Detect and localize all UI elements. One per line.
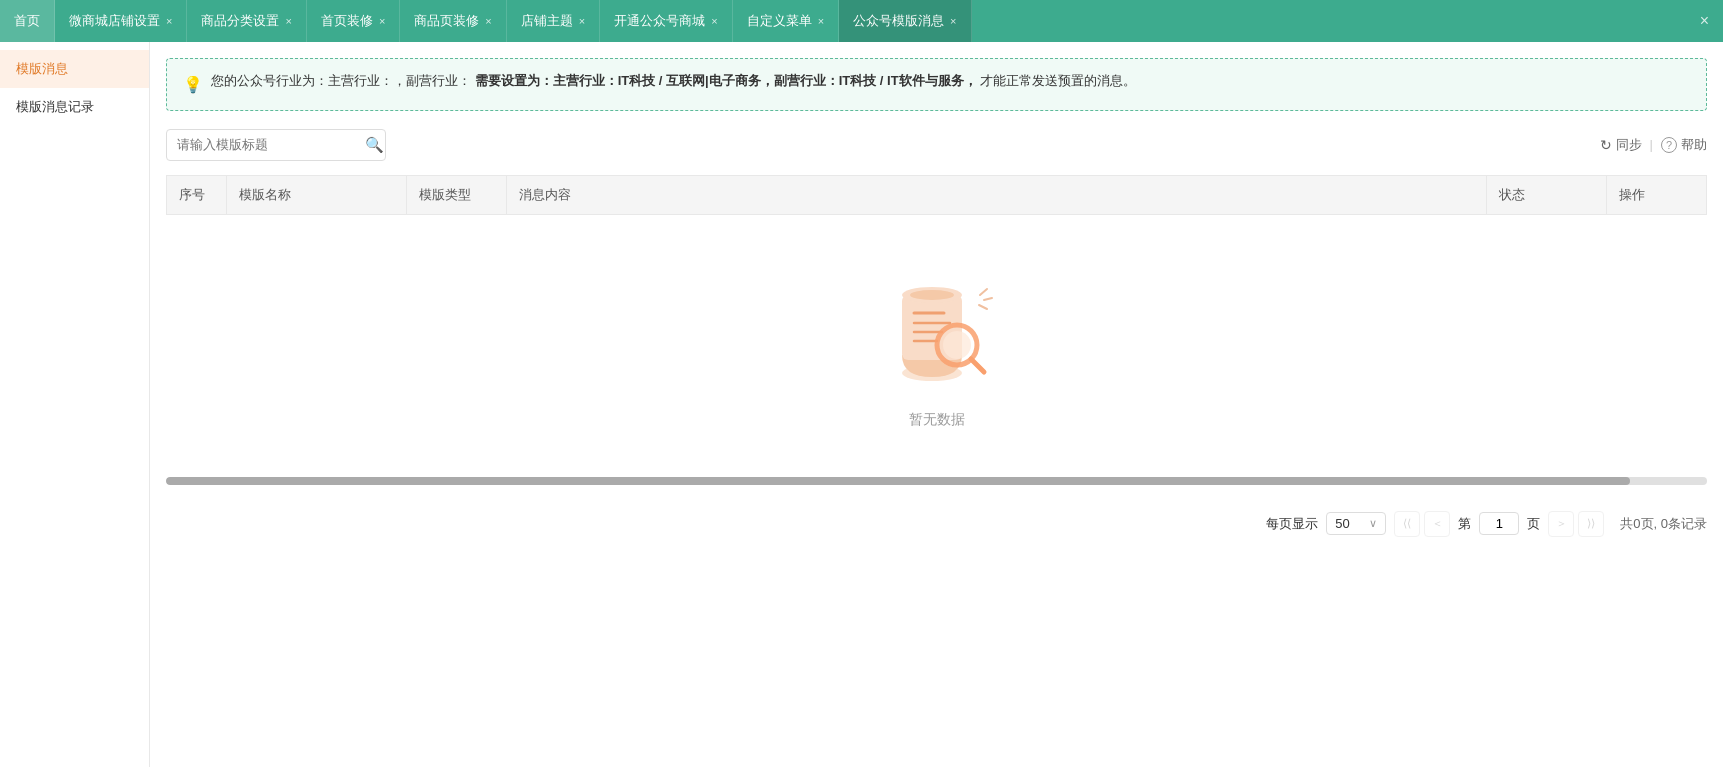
svg-line-10 bbox=[971, 359, 984, 372]
help-button[interactable]: ? 帮助 bbox=[1661, 136, 1707, 154]
sidebar-item-template-msg-label: 模版消息 bbox=[16, 61, 68, 76]
svg-point-9 bbox=[943, 331, 971, 359]
nav-tab-theme-label: 店铺主题 bbox=[521, 12, 573, 30]
toolbar-divider: | bbox=[1650, 137, 1653, 152]
nav-tab-mall[interactable]: 开通公众号商城 × bbox=[600, 0, 732, 42]
nav-tab-theme[interactable]: 店铺主题 × bbox=[507, 0, 600, 42]
nav-tab-product-close[interactable]: × bbox=[485, 15, 491, 27]
top-nav: 首页 微商城店铺设置 × 商品分类设置 × 首页装修 × 商品页装修 × 店铺主… bbox=[0, 0, 1723, 42]
nav-tab-theme-close[interactable]: × bbox=[579, 15, 585, 27]
nav-tab-template[interactable]: 公众号模版消息 × bbox=[839, 0, 971, 42]
page-size-chevron: ∨ bbox=[1369, 517, 1377, 530]
col-header-status: 状态 bbox=[1487, 175, 1607, 214]
svg-line-11 bbox=[980, 289, 987, 295]
nav-tab-homepage-close[interactable]: × bbox=[379, 15, 385, 27]
nav-tab-wshop[interactable]: 微商城店铺设置 × bbox=[55, 0, 187, 42]
nav-tab-menu-label: 自定义菜单 bbox=[747, 12, 812, 30]
nav-tab-homepage-label: 首页装修 bbox=[321, 12, 373, 30]
notice-box: 💡 您的公众号行业为：主营行业：，副营行业： 需要设置为：主营行业：IT科技 /… bbox=[166, 58, 1707, 111]
content-area: 💡 您的公众号行业为：主营行业：，副营行业： 需要设置为：主营行业：IT科技 /… bbox=[150, 42, 1723, 767]
nav-tab-homepage[interactable]: 首页装修 × bbox=[307, 0, 400, 42]
toolbar-right: ↻ 同步 | ? 帮助 bbox=[1600, 136, 1707, 154]
notice-icon: 💡 bbox=[183, 72, 203, 98]
notice-text: 您的公众号行业为：主营行业：，副营行业： 需要设置为：主营行业：IT科技 / 互… bbox=[211, 71, 1136, 92]
search-input-wrap: 🔍 bbox=[166, 129, 386, 161]
col-header-action: 操作 bbox=[1607, 175, 1707, 214]
sync-label: 同步 bbox=[1616, 136, 1642, 154]
nav-tab-home[interactable]: 首页 bbox=[0, 0, 55, 42]
sidebar-item-template-record-label: 模版消息记录 bbox=[16, 99, 94, 114]
sync-button[interactable]: ↻ 同步 bbox=[1600, 136, 1642, 154]
nav-tab-mall-label: 开通公众号商城 bbox=[614, 12, 705, 30]
empty-illustration bbox=[872, 265, 1002, 395]
nav-tab-wshop-close[interactable]: × bbox=[166, 15, 172, 27]
help-label: 帮助 bbox=[1681, 136, 1707, 154]
page-label-before: 第 bbox=[1458, 515, 1471, 533]
page-first-button[interactable]: ⟨⟨ bbox=[1394, 511, 1420, 537]
nav-tab-category[interactable]: 商品分类设置 × bbox=[187, 0, 306, 42]
nav-tab-wshop-label: 微商城店铺设置 bbox=[69, 12, 160, 30]
pagination: 每页显示 50 ∨ ⟨⟨ ＜ 第 页 ＞ ⟩⟩ 共0页, 0条记录 bbox=[166, 503, 1707, 541]
sidebar-item-template-record[interactable]: 模版消息记录 bbox=[0, 88, 149, 126]
nav-tab-template-label: 公众号模版消息 bbox=[853, 12, 944, 30]
empty-state: 暂无数据 bbox=[167, 215, 1707, 459]
svg-line-12 bbox=[984, 298, 992, 300]
help-icon: ? bbox=[1661, 137, 1677, 153]
svg-point-7 bbox=[910, 290, 954, 300]
col-header-content: 消息内容 bbox=[507, 175, 1487, 214]
sync-icon: ↻ bbox=[1600, 137, 1612, 153]
col-header-type: 模版类型 bbox=[407, 175, 507, 214]
nav-tab-menu-close[interactable]: × bbox=[818, 15, 824, 27]
svg-line-13 bbox=[979, 305, 987, 309]
sidebar: 模版消息 模版消息记录 bbox=[0, 42, 150, 767]
search-button[interactable]: 🔍 bbox=[355, 130, 386, 160]
page-summary: 共0页, 0条记录 bbox=[1620, 515, 1707, 533]
search-input[interactable] bbox=[167, 131, 355, 158]
page-size-label: 每页显示 bbox=[1266, 515, 1318, 533]
page-label-after: 页 bbox=[1527, 515, 1540, 533]
search-bar: 🔍 ↻ 同步 | ? 帮助 bbox=[166, 129, 1707, 161]
page-prev-button[interactable]: ＜ bbox=[1424, 511, 1450, 537]
page-size-value: 50 bbox=[1335, 516, 1349, 531]
search-icon: 🔍 bbox=[365, 136, 384, 153]
sidebar-item-template-msg[interactable]: 模版消息 bbox=[0, 50, 149, 88]
data-table: 序号 模版名称 模版类型 消息内容 状态 操作 bbox=[166, 175, 1707, 459]
page-number-input[interactable] bbox=[1479, 512, 1519, 535]
empty-text: 暂无数据 bbox=[909, 411, 965, 429]
table-empty-row: 暂无数据 bbox=[167, 214, 1707, 459]
nav-tab-product-label: 商品页装修 bbox=[414, 12, 479, 30]
page-nav: ⟨⟨ ＜ 第 页 ＞ ⟩⟩ bbox=[1394, 511, 1604, 537]
page-last-button[interactable]: ⟩⟩ bbox=[1578, 511, 1604, 537]
nav-tab-category-label: 商品分类设置 bbox=[201, 12, 279, 30]
nav-tab-product[interactable]: 商品页装修 × bbox=[400, 0, 506, 42]
col-header-index: 序号 bbox=[167, 175, 227, 214]
scroll-thumb bbox=[166, 477, 1630, 485]
close-all-button[interactable]: × bbox=[1686, 12, 1723, 30]
nav-tab-category-close[interactable]: × bbox=[285, 15, 291, 27]
nav-tab-template-close[interactable]: × bbox=[950, 15, 956, 27]
table-header-row: 序号 模版名称 模版类型 消息内容 状态 操作 bbox=[167, 175, 1707, 214]
col-header-name: 模版名称 bbox=[227, 175, 407, 214]
page-next-button[interactable]: ＞ bbox=[1548, 511, 1574, 537]
main-layout: 模版消息 模版消息记录 💡 您的公众号行业为：主营行业：，副营行业： 需要设置为… bbox=[0, 42, 1723, 767]
nav-tab-mall-close[interactable]: × bbox=[711, 15, 717, 27]
nav-tab-home-label: 首页 bbox=[14, 12, 40, 30]
horizontal-scrollbar[interactable] bbox=[166, 477, 1707, 485]
nav-tab-menu[interactable]: 自定义菜单 × bbox=[733, 0, 839, 42]
page-size-select[interactable]: 50 ∨ bbox=[1326, 512, 1386, 535]
